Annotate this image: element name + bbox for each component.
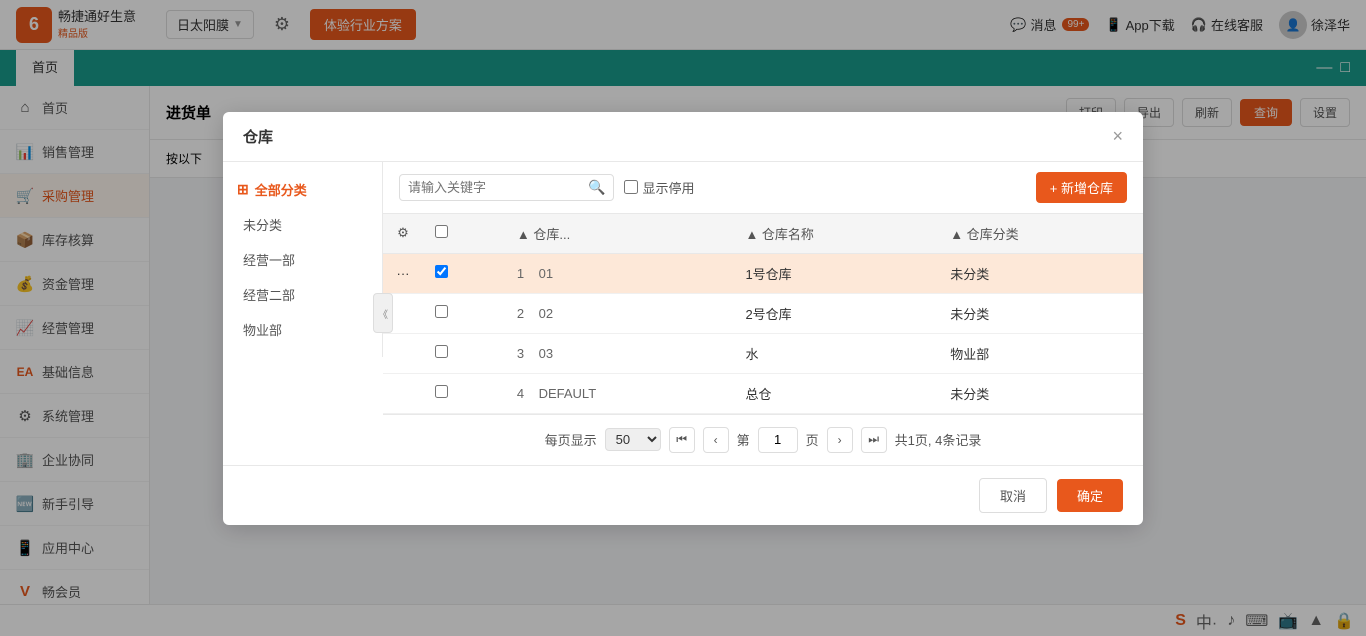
select-all-checkbox[interactable]	[435, 225, 448, 238]
search-input[interactable]	[408, 180, 588, 195]
modal-body: ⊞ 全部分类 未分类 经营一部 经营二部 物业部 《 🔍	[223, 162, 1143, 465]
row-gear: ···	[383, 253, 423, 293]
data-table: ⚙ ▲ 仓库... ▲ 仓库名称	[383, 214, 1143, 414]
warehouse-table: ⚙ ▲ 仓库... ▲ 仓库名称	[383, 214, 1143, 414]
col-code: ▲ 仓库...	[505, 214, 734, 254]
show-disabled-checkbox[interactable]	[624, 180, 638, 194]
category-sidebar: ⊞ 全部分类 未分类 经营一部 经营二部 物业部	[223, 162, 383, 357]
page-number-input[interactable]	[758, 427, 798, 453]
table-row[interactable]: 2 02 2号仓库 未分类	[383, 293, 1143, 333]
page-summary: 共1页, 4条记录	[895, 430, 982, 449]
col-gear: ⚙	[383, 214, 423, 254]
row-more-icon[interactable]: ···	[397, 266, 410, 281]
row-checkbox-cell	[423, 373, 505, 413]
modal-header: 仓库 ×	[223, 112, 1143, 162]
category-item-unclassified[interactable]: 未分类	[223, 207, 382, 242]
modal-overlay: 仓库 × ⊞ 全部分类 未分类 经营一部 经营二部 物业部 《	[0, 0, 1366, 636]
show-disabled-text: 显示停用	[642, 178, 694, 197]
table-body: ··· 1 01 1号仓库 未分类 2 02 2号仓库 未分类 3 03 水 物…	[383, 253, 1143, 413]
row-num: 3 03	[505, 333, 734, 373]
per-page-select[interactable]: 50 100	[605, 428, 661, 451]
first-page-button[interactable]: ⏮	[669, 427, 695, 453]
search-input-wrap: 🔍	[399, 174, 614, 201]
table-header-row: ⚙ ▲ 仓库... ▲ 仓库名称	[383, 214, 1143, 254]
table-row[interactable]: ··· 1 01 1号仓库 未分类	[383, 253, 1143, 293]
last-page-button[interactable]: ⏭	[861, 427, 887, 453]
add-warehouse-button[interactable]: + 新增仓库	[1036, 172, 1127, 203]
row-name: 2号仓库	[733, 293, 938, 333]
category-all[interactable]: ⊞ 全部分类	[223, 172, 382, 207]
row-checkbox-cell	[423, 253, 505, 293]
row-category: 未分类	[938, 373, 1143, 413]
cancel-button[interactable]: 取消	[979, 478, 1047, 513]
table-area: 🔍 显示停用 + 新增仓库 ⚙	[383, 162, 1143, 465]
col-checkbox	[423, 214, 505, 254]
row-checkbox[interactable]	[435, 345, 448, 358]
modal-close-button[interactable]: ×	[1112, 126, 1123, 147]
col-category: ▲ 仓库分类	[938, 214, 1143, 254]
row-num: 2 02	[505, 293, 734, 333]
row-num: 4 DEFAULT	[505, 373, 734, 413]
category-item-property[interactable]: 物业部	[223, 312, 382, 347]
next-page-button[interactable]: ›	[827, 427, 853, 453]
row-num: 1 01	[505, 253, 734, 293]
row-gear	[383, 373, 423, 413]
category-sidebar-wrap: ⊞ 全部分类 未分类 经营一部 经营二部 物业部 《	[223, 162, 383, 465]
table-row[interactable]: 3 03 水 物业部	[383, 333, 1143, 373]
modal-title: 仓库	[243, 126, 273, 147]
row-name: 水	[733, 333, 938, 373]
modal-footer: 取消 确定	[223, 465, 1143, 525]
row-checkbox[interactable]	[435, 305, 448, 318]
pagination: 每页显示 50 100 ⏮ ‹ 第 页 › ⏭ 共1页, 4条记录	[383, 414, 1143, 465]
category-item-operation1[interactable]: 经营一部	[223, 242, 382, 277]
table-toolbar: 🔍 显示停用 + 新增仓库	[383, 162, 1143, 214]
row-category: 未分类	[938, 293, 1143, 333]
row-name: 总仓	[733, 373, 938, 413]
search-icon[interactable]: 🔍	[588, 179, 605, 196]
show-disabled-label[interactable]: 显示停用	[624, 178, 694, 197]
row-category: 未分类	[938, 253, 1143, 293]
col-name: ▲ 仓库名称	[733, 214, 938, 254]
category-item-operation2[interactable]: 经营二部	[223, 277, 382, 312]
prev-page-button[interactable]: ‹	[703, 427, 729, 453]
row-gear	[383, 333, 423, 373]
category-collapse-button[interactable]: 《	[373, 293, 393, 333]
grid-icon: ⊞	[237, 181, 249, 198]
row-checkbox[interactable]	[435, 385, 448, 398]
row-checkbox-cell	[423, 333, 505, 373]
row-checkbox-cell	[423, 293, 505, 333]
row-category: 物业部	[938, 333, 1143, 373]
page-suffix: 页	[806, 430, 819, 449]
warehouse-modal: 仓库 × ⊞ 全部分类 未分类 经营一部 经营二部 物业部 《	[223, 112, 1143, 525]
per-page-label: 每页显示	[545, 430, 597, 449]
row-checkbox[interactable]	[435, 265, 448, 278]
row-name: 1号仓库	[733, 253, 938, 293]
category-all-label: 全部分类	[255, 180, 307, 199]
table-row[interactable]: 4 DEFAULT 总仓 未分类	[383, 373, 1143, 413]
page-label: 第	[737, 430, 750, 449]
confirm-button[interactable]: 确定	[1057, 479, 1123, 512]
